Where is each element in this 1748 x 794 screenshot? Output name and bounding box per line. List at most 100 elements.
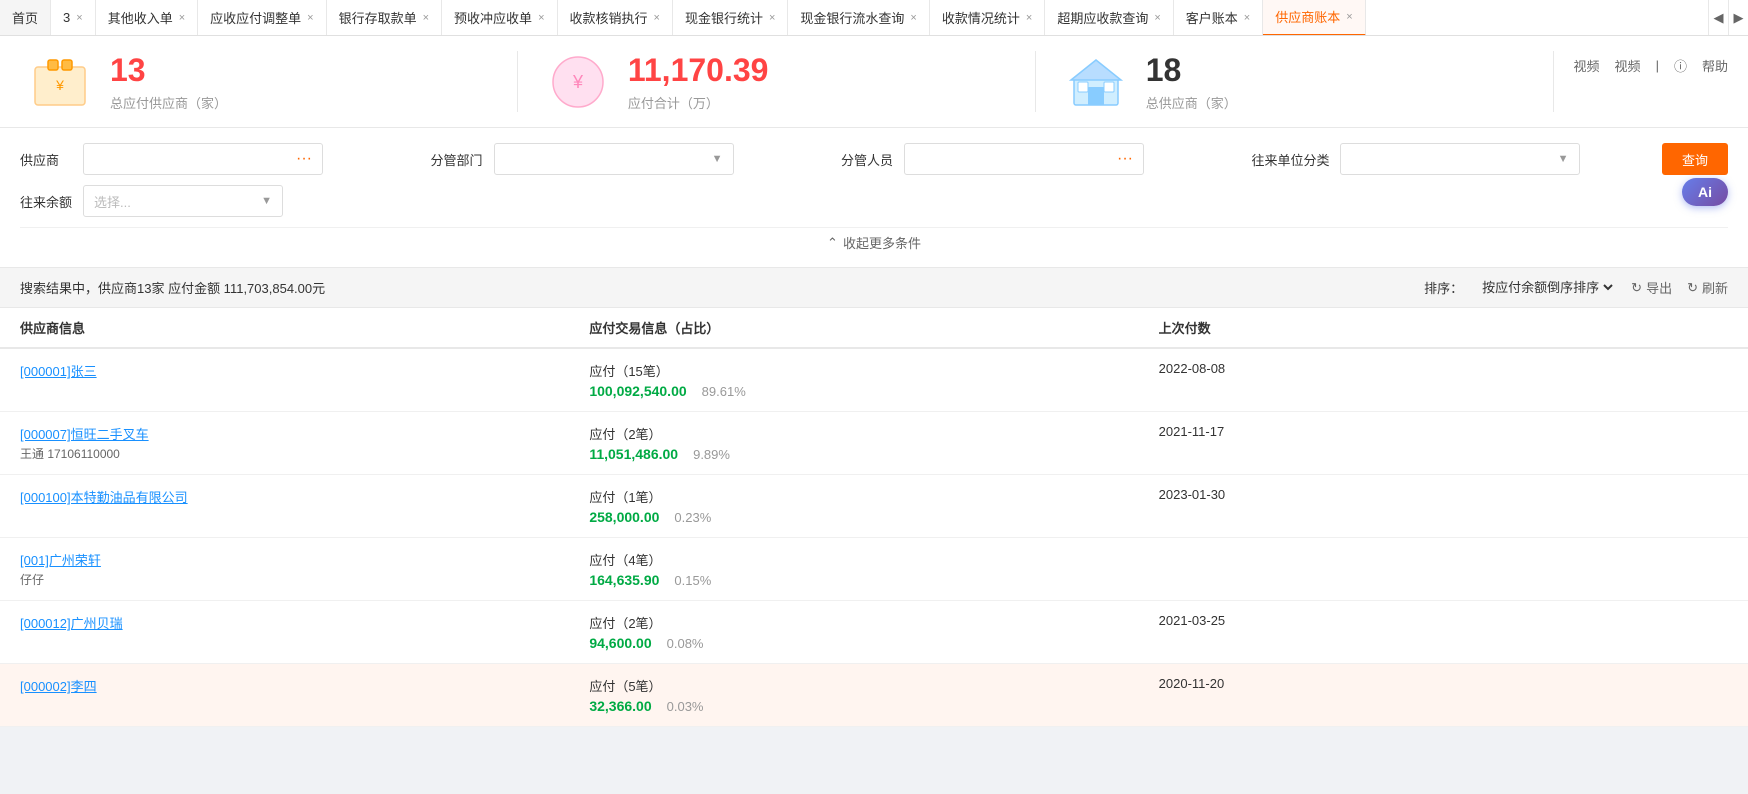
supplier-link-2[interactable]: [000100]本特勤油品有限公司 xyxy=(20,487,589,506)
nav-tab-other-income-label: 其他收入单 xyxy=(108,8,173,27)
category-filter-arrow: ▼ xyxy=(1558,153,1569,165)
stat-block-suppliers-owed: ¥ 13 总应付供应商（家） xyxy=(20,51,518,112)
video-link[interactable]: 视频 xyxy=(1574,56,1600,75)
person-filter-dots: ··· xyxy=(1117,150,1133,168)
export-icon: ↻ xyxy=(1631,280,1642,296)
payable-amount-5[interactable]: 32,366.00 xyxy=(589,698,651,714)
nav-tab-3[interactable]: 3 × xyxy=(51,0,96,36)
stat-icon-payable: ¥ xyxy=(548,52,608,112)
nav-tab-adjustment-close[interactable]: × xyxy=(307,12,313,24)
payable-amount-2[interactable]: 258,000.00 xyxy=(589,509,659,525)
supplier-cell-5: [000002]李四 xyxy=(20,676,589,695)
nav-tab-collection-label: 收款核销执行 xyxy=(570,8,648,27)
nav-tab-bank[interactable]: 银行存取款单 × xyxy=(327,0,442,36)
nav-tab-3-close[interactable]: × xyxy=(76,12,82,24)
nav-tab-cash-stats-close[interactable]: × xyxy=(769,12,775,24)
filter-item-balance: 往来余额 选择... ▼ xyxy=(20,185,300,217)
nav-tab-cash-stats[interactable]: 现金银行统计 × xyxy=(673,0,788,36)
last-pay-5: 2020-11-20 xyxy=(1159,676,1225,691)
collapse-up-icon: ⌃ xyxy=(827,235,838,251)
supplier-filter-dots: ··· xyxy=(296,150,312,168)
nav-prev-arrow[interactable]: ◀ xyxy=(1708,0,1728,36)
stat-icon-store xyxy=(1066,52,1126,112)
category-filter-input[interactable]: ▼ xyxy=(1340,143,1580,175)
payable-amount-1[interactable]: 11,051,486.00 xyxy=(589,446,678,462)
last-pay-cell-5: 2020-11-20 xyxy=(1159,676,1728,691)
table-row: [001]广州荣轩 仔仔 应付（4笔） 164,635.90 0.15% xyxy=(0,538,1748,601)
supplier-link-5[interactable]: [000002]李四 xyxy=(20,676,589,695)
payable-pct-1: 9.89% xyxy=(693,447,730,462)
dept-filter-arrow: ▼ xyxy=(712,153,723,165)
payable-count-4: 应付（2笔） xyxy=(589,613,1158,632)
export-btn[interactable]: ↻ 导出 xyxy=(1631,278,1672,297)
supplier-link-0[interactable]: [000001]张三 xyxy=(20,361,589,380)
payable-amount-0[interactable]: 100,092,540.00 xyxy=(589,383,686,399)
nav-tab-other-income-close[interactable]: × xyxy=(179,12,185,24)
payable-count-3: 应付（4笔） xyxy=(589,550,1158,569)
nav-tab-collection-stats-close[interactable]: × xyxy=(1026,12,1032,24)
nav-tab-customer-account-close[interactable]: × xyxy=(1244,12,1250,24)
ai-button[interactable]: Ai xyxy=(1682,178,1728,206)
supplier-link-4[interactable]: [000012]广州贝瑞 xyxy=(20,613,589,632)
table-container: 供应商信息 应付交易信息（占比） 上次付数 [000001]张三 应付（15笔）… xyxy=(0,308,1748,727)
refresh-btn[interactable]: ↻ 刷新 xyxy=(1687,278,1728,297)
balance-filter-input[interactable]: 选择... ▼ xyxy=(83,185,283,217)
nav-tab-home[interactable]: 首页 xyxy=(0,0,51,36)
last-pay-cell-0: 2022-08-08 xyxy=(1159,361,1728,376)
table-header: 供应商信息 应付交易信息（占比） 上次付数 xyxy=(0,308,1748,349)
col-header-last-pay: 上次付数 xyxy=(1159,318,1728,337)
nav-tab-supplier-account-close[interactable]: × xyxy=(1346,11,1352,23)
stat-number-total-suppliers: 18 xyxy=(1146,51,1237,89)
payable-pct-2: 0.23% xyxy=(674,510,711,525)
sort-select[interactable]: 按应付余额倒序排序 xyxy=(1478,279,1616,296)
collapse-btn[interactable]: ⌃ 收起更多条件 xyxy=(20,227,1728,257)
last-pay-2: 2023-01-30 xyxy=(1159,487,1226,502)
nav-tab-supplier-account[interactable]: 供应商账本 × xyxy=(1263,0,1365,36)
payable-amount-3[interactable]: 164,635.90 xyxy=(589,572,659,588)
stat-info-suppliers-owed: 13 总应付供应商（家） xyxy=(110,51,227,112)
payable-pct-3: 0.15% xyxy=(674,573,711,588)
payable-count-5: 应付（5笔） xyxy=(589,676,1158,695)
nav-tab-other-income[interactable]: 其他收入单 × xyxy=(96,0,198,36)
table-row: [000001]张三 应付（15笔） 100,092,540.00 89.61%… xyxy=(0,349,1748,412)
nav-tab-prepay[interactable]: 预收冲应收单 × xyxy=(442,0,557,36)
nav-tab-collection[interactable]: 收款核销执行 × xyxy=(558,0,673,36)
video-text[interactable]: 视频 xyxy=(1615,56,1641,75)
nav-tab-cash-flow[interactable]: 现金银行流水查询 × xyxy=(788,0,929,36)
supplier-link-1[interactable]: [000007]恒旺二手叉车 xyxy=(20,424,589,443)
refresh-icon: ↻ xyxy=(1687,280,1698,296)
nav-tab-customer-account-label: 客户账本 xyxy=(1186,8,1238,27)
supplier-link-3[interactable]: [001]广州荣轩 xyxy=(20,550,589,569)
person-filter-input[interactable]: ··· xyxy=(904,143,1144,175)
supplier-filter-label: 供应商 xyxy=(20,150,75,169)
nav-tab-collection-stats[interactable]: 收款情况统计 × xyxy=(930,0,1045,36)
nav-tab-overdue[interactable]: 超期应收款查询 × xyxy=(1045,0,1173,36)
stat-number-payable-total: 11,170.39 xyxy=(628,51,769,89)
nav-tab-adjustment[interactable]: 应收应付调整单 × xyxy=(198,0,326,36)
dept-filter-input[interactable]: ▼ xyxy=(494,143,734,175)
stat-block-total-suppliers: 18 总供应商（家） xyxy=(1036,51,1554,112)
collapse-btn-label: 收起更多条件 xyxy=(843,233,921,252)
nav-tab-collection-close[interactable]: × xyxy=(654,12,660,24)
nav-tab-overdue-close[interactable]: × xyxy=(1154,12,1160,24)
nav-tab-prepay-close[interactable]: × xyxy=(538,12,544,24)
stat-block-payable-total: ¥ 11,170.39 应付合计（万） xyxy=(518,51,1036,112)
payable-cell-5: 应付（5笔） 32,366.00 0.03% xyxy=(589,676,1158,714)
supplier-filter-input[interactable]: ··· xyxy=(83,143,323,175)
table-row: [000002]李四 应付（5笔） 32,366.00 0.03% 2020-1… xyxy=(0,664,1748,727)
nav-tab-bank-close[interactable]: × xyxy=(423,12,429,24)
nav-tab-cash-flow-close[interactable]: × xyxy=(910,12,916,24)
payable-cell-0: 应付（15笔） 100,092,540.00 89.61% xyxy=(589,361,1158,399)
nav-next-arrow[interactable]: ▶ xyxy=(1728,0,1748,36)
help-link[interactable]: 帮助 xyxy=(1702,56,1728,75)
query-button[interactable]: 查询 xyxy=(1662,143,1728,175)
filter-row-1: 供应商 ··· 分管部门 ▼ 分管人员 ··· 往来单位分类 xyxy=(20,143,1728,175)
supplier-cell-1: [000007]恒旺二手叉车 王通 17106110000 xyxy=(20,424,589,462)
stat-label-suppliers-owed: 总应付供应商（家） xyxy=(110,93,227,112)
payable-pct-0: 89.61% xyxy=(702,384,746,399)
nav-tab-customer-account[interactable]: 客户账本 × xyxy=(1174,0,1263,36)
payable-amount-4[interactable]: 94,600.00 xyxy=(589,635,651,651)
payable-count-1: 应付（2笔） xyxy=(589,424,1158,443)
nav-tab-collection-stats-label: 收款情况统计 xyxy=(942,8,1020,27)
payable-cell-3: 应付（4笔） 164,635.90 0.15% xyxy=(589,550,1158,588)
